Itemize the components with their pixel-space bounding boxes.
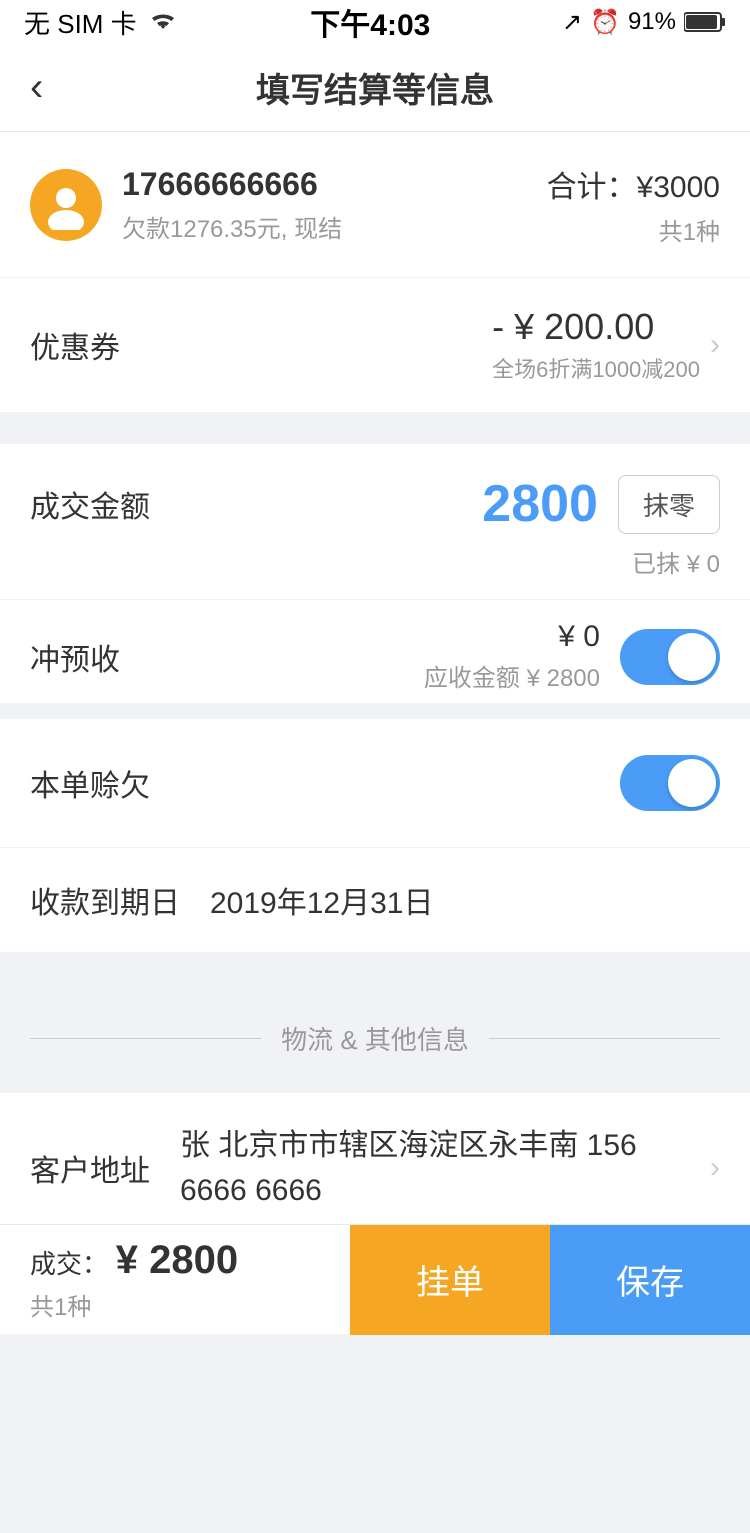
customer-card: 17666666666 欠款1276.35元, 现结 合计：¥3000 共1种 … — [0, 132, 750, 412]
duedate-value: 2019年12月31日 — [210, 878, 433, 922]
toggle-knob — [668, 633, 716, 681]
save-button[interactable]: 保存 — [550, 1225, 750, 1335]
alarm-icon: ⏰ — [590, 8, 620, 37]
customer-right: 合计：¥3000 共1种 — [547, 162, 720, 247]
chevron-right-icon: › — [710, 328, 720, 362]
coupon-description: 全场6折满1000减200 — [492, 352, 700, 384]
bottom-bar: 成交： ¥ 2800 共1种 挂单 保存 — [0, 1224, 750, 1334]
sim-status: 无 SIM 卡 — [24, 4, 137, 41]
logistics-section: 物流 & 其他信息 — [0, 984, 750, 1093]
coupon-right: - ¥ 200.00 全场6折满1000减200 › — [492, 306, 720, 384]
bottom-summary-amount: ¥ 2800 — [116, 1238, 238, 1282]
prepay-toggle[interactable] — [620, 629, 720, 685]
address-value: 张 北京市市辖区海淀区永丰南 156 6666 6666 — [180, 1123, 710, 1213]
prepay-values: ¥ 0 应收金额 ¥ 2800 — [424, 620, 600, 693]
customer-info: 17666666666 欠款1276.35元, 现结 — [122, 166, 342, 244]
nav-bar: ‹ 填写结算等信息 — [0, 44, 750, 132]
customer-left: 17666666666 欠款1276.35元, 现结 — [30, 166, 342, 244]
debit-toggle-knob — [668, 759, 716, 807]
customer-row: 17666666666 欠款1276.35元, 现结 合计：¥3000 共1种 — [0, 132, 750, 277]
wifi-icon — [147, 11, 179, 33]
bottom-summary-count: 共1种 — [30, 1287, 320, 1322]
logistics-line-right — [489, 1038, 720, 1039]
bottom-summary: 成交： ¥ 2800 共1种 — [0, 1238, 350, 1322]
duedate-row: 收款到期日 2019年12月31日 — [0, 847, 750, 952]
duedate-label: 收款到期日 — [30, 878, 180, 922]
location-icon: ↗ — [562, 8, 582, 37]
bottom-summary-line1: 成交： ¥ 2800 — [30, 1238, 320, 1283]
prepay-row: 冲预收 ¥ 0 应收金额 ¥ 2800 — [0, 599, 750, 703]
section-divider-3 — [0, 968, 750, 984]
deal-label: 成交金额 — [30, 482, 150, 526]
prepay-label: 冲预收 — [30, 635, 120, 679]
user-icon — [41, 180, 91, 230]
address-row[interactable]: 客户地址 张 北京市市辖区海淀区永丰南 156 6666 6666 › — [0, 1093, 750, 1243]
section-divider-1 — [0, 428, 750, 444]
back-button[interactable]: ‹ — [30, 65, 43, 110]
logistics-header: 物流 & 其他信息 — [0, 1004, 750, 1073]
deal-section: 成交金额 2800 抹零 已抹 ¥ 0 冲预收 ¥ 0 应收金额 ¥ 2800 — [0, 444, 750, 703]
customer-phone: 17666666666 — [122, 166, 342, 203]
amount-row: 成交金额 2800 抹零 — [0, 444, 750, 544]
prepay-right: ¥ 0 应收金额 ¥ 2800 — [424, 620, 720, 693]
coupon-row[interactable]: 优惠券 - ¥ 200.00 全场6折满1000减200 › — [0, 277, 750, 412]
round-button[interactable]: 抹零 — [618, 475, 720, 534]
coupon-discount: - ¥ 200.00 — [492, 306, 700, 348]
coupon-label: 优惠券 — [30, 323, 120, 367]
debit-row: 本单赊欠 — [0, 719, 750, 847]
avatar — [30, 169, 102, 241]
status-right: ↗ ⏰ 91% — [562, 8, 726, 37]
status-bar: 无 SIM 卡 下午4:03 ↗ ⏰ 91% — [0, 0, 750, 44]
battery-icon — [684, 11, 726, 33]
page-title: 填写结算等信息 — [256, 63, 494, 112]
amount-right: 2800 抹零 — [482, 474, 720, 534]
prepay-sub: 应收金额 ¥ 2800 — [424, 658, 600, 693]
bottom-summary-label: 成交： — [30, 1249, 108, 1279]
total-count: 共1种 — [547, 212, 720, 247]
prepay-amount: ¥ 0 — [424, 620, 600, 654]
logistics-line-left — [30, 1038, 261, 1039]
deal-value: 2800 — [482, 474, 598, 534]
status-left: 无 SIM 卡 — [24, 4, 179, 41]
deal-sub: 已抹 ¥ 0 — [0, 544, 750, 599]
logistics-title: 物流 & 其他信息 — [281, 1020, 469, 1057]
address-chevron-icon: › — [710, 1151, 720, 1185]
section-divider-2 — [0, 703, 750, 719]
debit-section: 本单赊欠 收款到期日 2019年12月31日 — [0, 719, 750, 952]
battery-percent: 91% — [628, 8, 676, 36]
customer-debt: 欠款1276.35元, 现结 — [122, 209, 342, 244]
coupon-detail: - ¥ 200.00 全场6折满1000减200 — [492, 306, 700, 384]
total-amount: 合计：¥3000 — [547, 162, 720, 206]
address-label: 客户地址 — [30, 1146, 150, 1190]
status-time: 下午4:03 — [310, 0, 430, 44]
pending-button[interactable]: 挂单 — [350, 1225, 550, 1335]
debit-label: 本单赊欠 — [30, 761, 150, 805]
debit-toggle[interactable] — [620, 755, 720, 811]
